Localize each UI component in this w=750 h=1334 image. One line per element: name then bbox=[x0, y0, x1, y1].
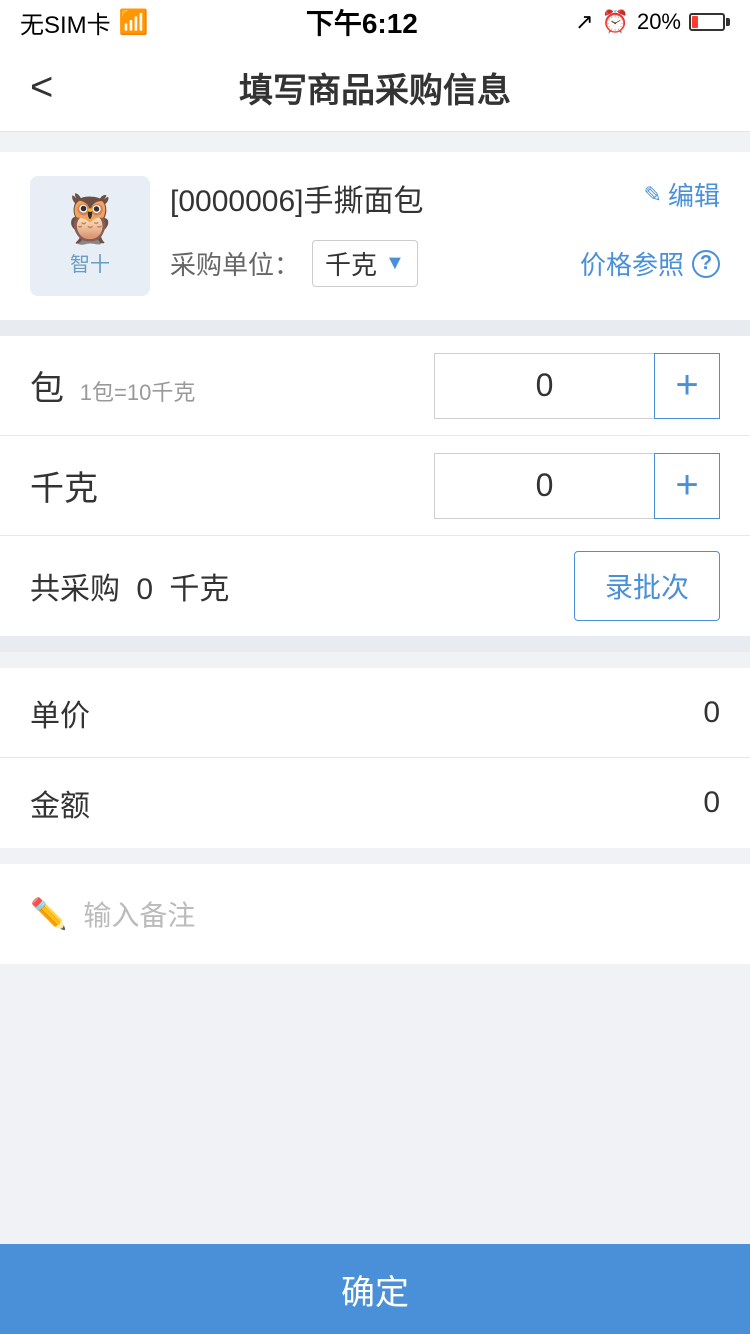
kg-label: 千克 bbox=[30, 470, 98, 508]
package-qty-input[interactable] bbox=[434, 353, 654, 419]
battery-icon bbox=[689, 13, 730, 31]
amount-label: 金额 bbox=[30, 781, 90, 825]
package-input-row: 包 1包=10千克 + bbox=[0, 336, 750, 436]
package-label: 包 bbox=[30, 370, 64, 408]
product-name: [0000006]手撕面包 bbox=[170, 176, 644, 220]
unit-label: 采购单位： bbox=[170, 245, 300, 282]
unit-arrow-icon: ▼ bbox=[385, 252, 405, 275]
total-summary: 共采购 0 千克 bbox=[30, 564, 229, 608]
edit-button[interactable]: ✎ 编辑 bbox=[644, 176, 720, 213]
edit-icon: ✎ bbox=[644, 182, 662, 208]
price-ref-help-icon: ? bbox=[692, 250, 720, 278]
section-divider-2 bbox=[0, 636, 750, 652]
batch-button[interactable]: 录批次 bbox=[574, 551, 720, 621]
total-value: 0 bbox=[136, 573, 153, 606]
product-image: 🦉 智十 bbox=[30, 176, 150, 296]
kg-input-row: 千克 + bbox=[0, 436, 750, 536]
status-time: 下午6:12 bbox=[306, 2, 418, 42]
nav-bar: < 填写商品采购信息 bbox=[0, 44, 750, 132]
amount-row: 金额 0 bbox=[0, 758, 750, 848]
product-logo-text: 智十 bbox=[70, 248, 110, 277]
package-sublabel: 1包=10千克 bbox=[80, 380, 196, 405]
product-logo-icon: 🦉 bbox=[60, 196, 120, 244]
content-area bbox=[0, 964, 750, 1244]
carrier-text: 无SIM卡 bbox=[20, 5, 111, 40]
unit-price-row: 单价 0 bbox=[0, 668, 750, 758]
price-ref-label: 价格参照 bbox=[580, 245, 684, 282]
amount-value: 0 bbox=[703, 786, 720, 820]
kg-controls: + bbox=[434, 453, 720, 519]
wifi-icon: 📶 bbox=[119, 8, 149, 37]
package-controls: + bbox=[434, 353, 720, 419]
status-left: 无SIM卡 📶 bbox=[20, 5, 149, 40]
kg-plus-button[interactable]: + bbox=[654, 453, 720, 519]
package-plus-button[interactable]: + bbox=[654, 353, 720, 419]
notes-section[interactable]: ✏️ 输入备注 bbox=[0, 864, 750, 964]
product-card: 🦉 智十 [0000006]手撕面包 ✎ 编辑 采购单位： 千克 ▼ 价格参照 … bbox=[0, 152, 750, 320]
back-button[interactable]: < bbox=[30, 65, 53, 110]
page-title: 填写商品采购信息 bbox=[239, 63, 511, 112]
kg-qty-input[interactable] bbox=[434, 453, 654, 519]
status-right: ↗ ⏰ 20% bbox=[575, 9, 730, 35]
notes-pencil-icon: ✏️ bbox=[30, 897, 67, 932]
section-divider-1 bbox=[0, 320, 750, 336]
price-section: 单价 0 金额 0 bbox=[0, 668, 750, 848]
price-ref-button[interactable]: 价格参照 ? bbox=[580, 245, 720, 282]
total-row: 共采购 0 千克 录批次 bbox=[0, 536, 750, 636]
product-info: [0000006]手撕面包 ✎ 编辑 采购单位： 千克 ▼ 价格参照 ? bbox=[170, 176, 720, 287]
unit-price-label: 单价 bbox=[30, 691, 90, 735]
unit-select[interactable]: 千克 ▼ bbox=[312, 240, 418, 287]
location-icon: ↗ bbox=[575, 9, 593, 35]
confirm-button[interactable]: 确定 bbox=[0, 1244, 750, 1334]
battery-text: 20% bbox=[637, 9, 681, 35]
alarm-icon: ⏰ bbox=[602, 9, 629, 35]
unit-value: 千克 bbox=[325, 245, 377, 282]
total-unit: 千克 bbox=[169, 573, 229, 606]
unit-price-value: 0 bbox=[703, 696, 720, 730]
total-prefix: 共采购 bbox=[30, 573, 120, 606]
edit-label: 编辑 bbox=[668, 176, 720, 213]
confirm-label: 确定 bbox=[341, 1265, 409, 1314]
input-section: 包 1包=10千克 + 千克 + bbox=[0, 336, 750, 536]
notes-placeholder-text: 输入备注 bbox=[83, 894, 195, 934]
status-bar: 无SIM卡 📶 下午6:12 ↗ ⏰ 20% bbox=[0, 0, 750, 44]
